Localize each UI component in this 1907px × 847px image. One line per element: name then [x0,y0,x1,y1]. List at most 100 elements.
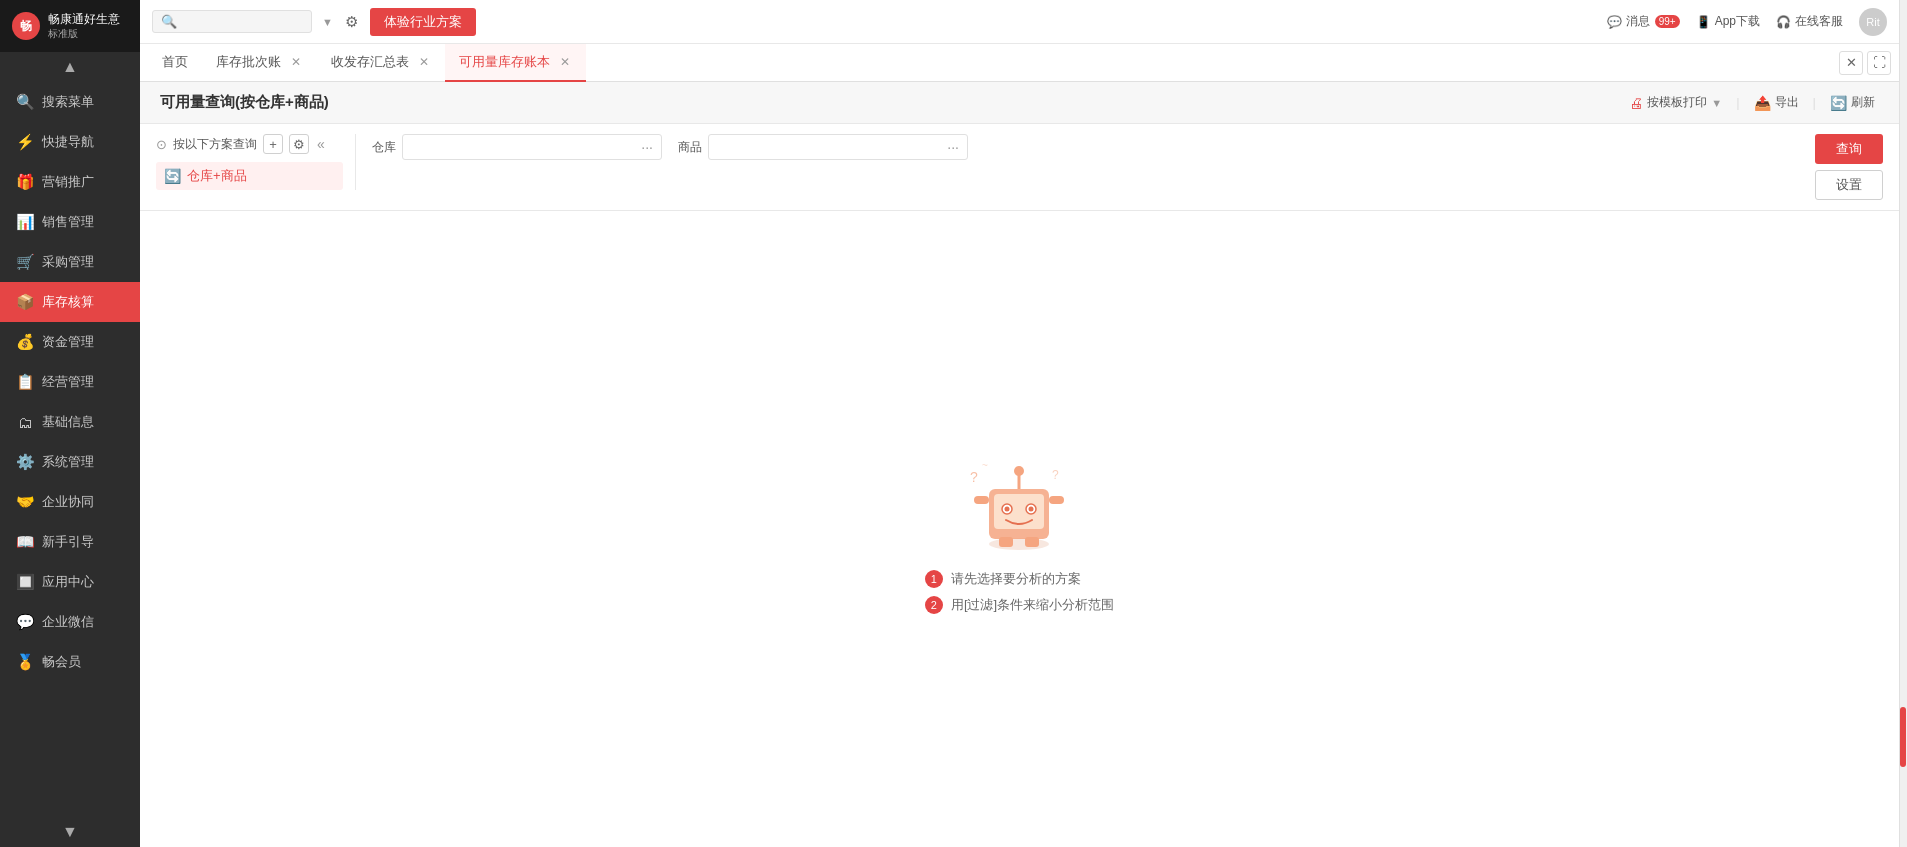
message-badge: 99+ [1655,15,1680,28]
svg-text:?: ? [1052,468,1059,482]
trial-industry-button[interactable]: 体验行业方案 [370,8,476,36]
sidebar-item-label: 营销推广 [42,173,94,191]
main-content: 🔍 ▼ ⚙ 体验行业方案 💬 消息 99+ 📱 App下载 🎧 在线客服 R [140,0,1899,847]
sidebar-scroll-down[interactable]: ▼ [0,817,140,847]
right-scrollbar[interactable] [1899,0,1907,847]
sidebar-item-app-center[interactable]: 🔲 应用中心 [0,562,140,602]
warehouse-input-box[interactable]: ··· [402,134,662,160]
warehouse-input[interactable] [411,140,637,154]
sidebar-scroll-up[interactable]: ▲ [0,52,140,82]
sidebar-item-member[interactable]: 🏅 畅会员 [0,642,140,682]
tab-receipt-summary[interactable]: 收发存汇总表 ✕ [317,44,445,82]
sidebar-item-enterprise[interactable]: 🤝 企业协同 [0,482,140,522]
finance-icon: 💰 [16,333,34,351]
operation-icon: 📋 [16,373,34,391]
app-logo: 畅 [12,12,40,40]
product-label: 商品 [678,139,702,156]
scheme-item-warehouse-product[interactable]: 🔄 仓库+商品 [156,162,343,190]
settings-button[interactable]: 设置 [1815,170,1883,200]
svg-point-5 [1005,507,1010,512]
search-icon: 🔍 [161,14,177,29]
gear-icon[interactable]: ⚙ [345,13,358,31]
scrollbar-thumb[interactable] [1900,707,1906,767]
product-more-icon[interactable]: ··· [947,139,959,155]
sidebar-item-guide[interactable]: 📖 新手引导 [0,522,140,562]
sidebar-nav: 🔍 搜索菜单 ⚡ 快捷导航 🎁 营销推广 📊 销售管理 🛒 采购管理 📦 库存核… [0,82,140,817]
print-button[interactable]: 🖨 按模板打印 ▼ [1625,92,1726,113]
scheme-header-icon: ⊙ [156,137,167,152]
sidebar-item-finance[interactable]: 💰 资金管理 [0,322,140,362]
tab-batch-account[interactable]: 库存批次账 ✕ [202,44,317,82]
tab-batch-account-close[interactable]: ✕ [289,55,303,69]
online-service-button[interactable]: 🎧 在线客服 [1776,13,1843,30]
sidebar: 畅 畅康通好生意 标准版 ▲ 🔍 搜索菜单 ⚡ 快捷导航 🎁 营销推广 📊 销售… [0,0,140,847]
sidebar-item-sales[interactable]: 📊 销售管理 [0,202,140,242]
scheme-item-label: 仓库+商品 [187,167,247,185]
sidebar-item-label: 资金管理 [42,333,94,351]
query-filters: 仓库 ··· 商品 ··· [356,134,1815,160]
hint-text-2: 用[过滤]条件来缩小分析范围 [951,596,1114,614]
tab-home[interactable]: 首页 [148,44,202,82]
refresh-button[interactable]: 🔄 刷新 [1826,92,1879,113]
hint-number-2: 2 [925,596,943,614]
sidebar-item-inventory[interactable]: 📦 库存核算 [0,282,140,322]
svg-rect-9 [974,496,989,504]
sidebar-header: 畅 畅康通好生意 标准版 [0,0,140,52]
sidebar-item-label: 应用中心 [42,573,94,591]
sidebar-item-system[interactable]: ⚙️ 系统管理 [0,442,140,482]
phone-icon: 📱 [1696,15,1711,29]
sidebar-item-operation[interactable]: 📋 经营管理 [0,362,140,402]
user-avatar[interactable]: Rit [1859,8,1887,36]
sidebar-item-shortcut[interactable]: ⚡ 快捷导航 [0,122,140,162]
sidebar-item-label: 库存核算 [42,293,94,311]
warehouse-more-icon[interactable]: ··· [641,139,653,155]
warehouse-label: 仓库 [372,139,396,156]
tab-receipt-summary-label: 收发存汇总表 [331,53,409,71]
scheme-settings-button[interactable]: ⚙ [289,134,309,154]
sidebar-item-label: 经营管理 [42,373,94,391]
print-label: 按模板打印 [1647,94,1707,111]
product-filter: 商品 ··· [678,134,968,160]
product-input-box[interactable]: ··· [708,134,968,160]
scheme-item-icon: 🔄 [164,168,181,184]
sidebar-item-basic-info[interactable]: 🗂 基础信息 [0,402,140,442]
tab-receipt-summary-close[interactable]: ✕ [417,55,431,69]
app-center-icon: 🔲 [16,573,34,591]
chevron-down-icon[interactable]: ▼ [322,16,333,28]
query-button[interactable]: 查询 [1815,134,1883,164]
sidebar-item-marketing[interactable]: 🎁 营销推广 [0,162,140,202]
sidebar-item-wechat[interactable]: 💬 企业微信 [0,602,140,642]
tab-expand-button[interactable]: ⛶ [1867,51,1891,75]
sidebar-item-label: 畅会员 [42,653,81,671]
content-area: ? ? ~ 1 请先选择要分析的方案 2 用[过滤]条件来缩小分析范围 [140,211,1899,847]
query-scheme-label: 按以下方案查询 [173,136,257,153]
purchase-icon: 🛒 [16,253,34,271]
export-button[interactable]: 📤 导出 [1750,92,1803,113]
empty-illustration: ? ? ~ [964,444,1074,554]
search-input[interactable] [181,15,281,29]
warehouse-filter: 仓库 ··· [372,134,662,160]
tab-close-all-button[interactable]: ✕ [1839,51,1863,75]
sidebar-item-search[interactable]: 🔍 搜索菜单 [0,82,140,122]
page-header-actions: 🖨 按模板打印 ▼ | 📤 导出 | 🔄 刷新 [1625,92,1879,113]
product-input[interactable] [717,140,943,154]
query-scheme-header: ⊙ 按以下方案查询 + ⚙ « [156,134,343,154]
tab-available-ledger-close[interactable]: ✕ [558,55,572,69]
sidebar-item-label: 搜索菜单 [42,93,94,111]
chevron-down-icon[interactable]: ▼ [1711,97,1722,109]
message-button[interactable]: 💬 消息 99+ [1607,13,1680,30]
system-icon: ⚙️ [16,453,34,471]
export-label: 导出 [1775,94,1799,111]
svg-rect-10 [1049,496,1064,504]
app-version: 标准版 [48,27,120,41]
app-download-button[interactable]: 📱 App下载 [1696,13,1760,30]
tab-available-ledger[interactable]: 可用量库存账本 ✕ [445,44,586,82]
shortcut-icon: ⚡ [16,133,34,151]
export-icon: 📤 [1754,95,1771,111]
add-scheme-button[interactable]: + [263,134,283,154]
sidebar-item-purchase[interactable]: 🛒 采购管理 [0,242,140,282]
collapse-icon[interactable]: « [317,136,325,152]
guide-icon: 📖 [16,533,34,551]
search-icon: 🔍 [16,93,34,111]
topbar-search-box[interactable]: 🔍 [152,10,312,33]
